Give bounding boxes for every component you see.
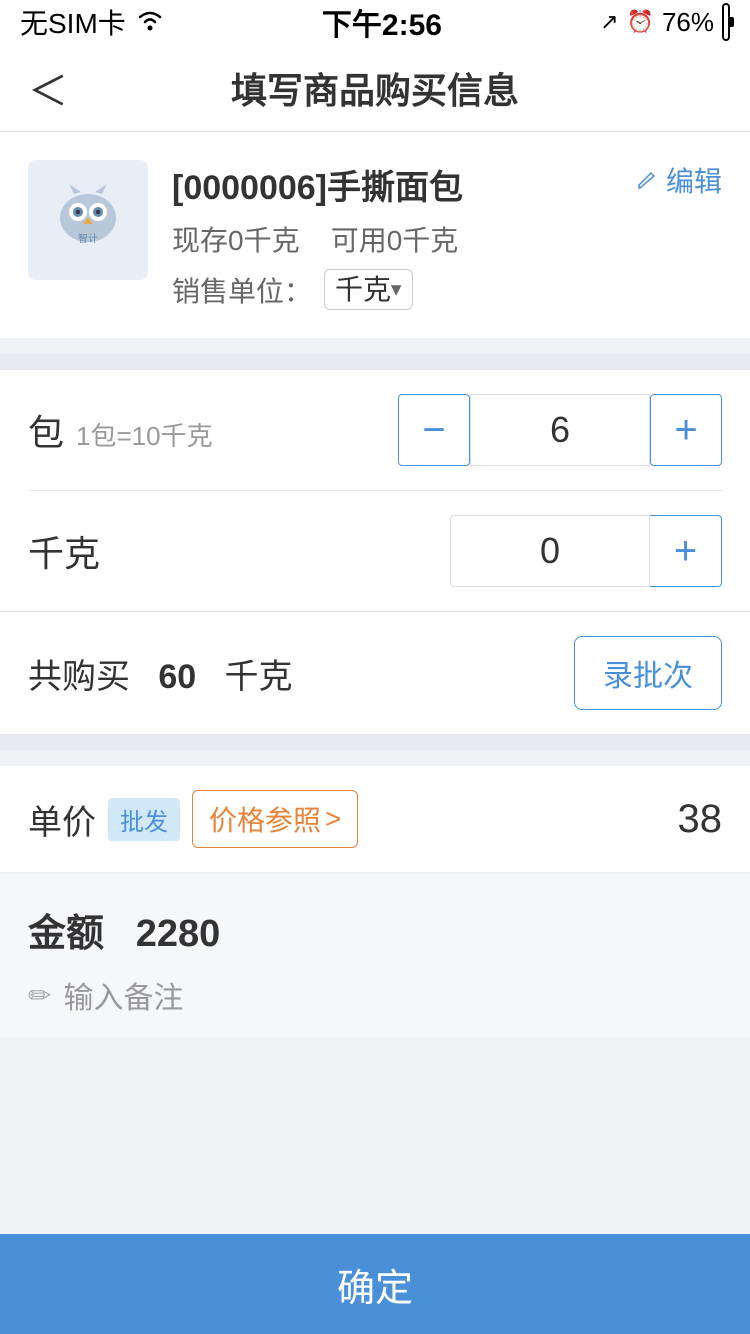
qty-unit-kg: 千克 [28, 525, 100, 577]
product-card: 智计 [0000006]手撕面包 编辑 现存0千克 可用0千克 销售单位： 千克 [0, 132, 750, 338]
unit-label: 销售单位： [172, 270, 312, 310]
remark-row[interactable]: ✏ 输入备注 [28, 973, 722, 1017]
page-title: 填写商品购买信息 [231, 62, 519, 114]
edit-label: 编辑 [666, 160, 722, 200]
nav-bar: ＜ 填写商品购买信息 [0, 44, 750, 132]
product-unit-row: 销售单位： 千克 克 包 [172, 269, 722, 310]
price-value: 38 [678, 797, 723, 842]
total-purchase-section: 共购买 60 千克 录批次 [0, 611, 750, 734]
product-full-name: [0000006]手撕面包 [172, 160, 463, 209]
amount-value: 2280 [136, 913, 221, 955]
increment-pack-button[interactable]: + [650, 394, 722, 466]
stock-text: 现存0千克 [172, 225, 300, 256]
product-info: [0000006]手撕面包 编辑 现存0千克 可用0千克 销售单位： 千克 克 … [172, 160, 722, 310]
record-batch-button[interactable]: 录批次 [574, 636, 722, 710]
status-right: ↗ ⏰ 76% [600, 7, 730, 38]
qty-conversion-pack: 1包=10千克 [76, 416, 213, 453]
unit-select-wrap[interactable]: 千克 克 包 [324, 269, 413, 310]
status-bar: 无SIM卡 下午2:56 ↗ ⏰ 76% [0, 0, 750, 44]
location-icon: ↗ [600, 9, 618, 35]
qty-label-pack: 包 1包=10千克 [28, 404, 213, 456]
unit-select[interactable]: 千克 克 包 [324, 269, 413, 310]
amount-section: 金额 2280 ✏ 输入备注 [0, 874, 750, 1037]
wifi-icon [136, 6, 164, 38]
price-ref-label: 价格参照 [209, 799, 321, 839]
price-ref-button[interactable]: 价格参照 > [192, 790, 358, 848]
batch-badge: 批发 [108, 798, 180, 841]
product-image-placeholder: 智计 [52, 184, 124, 256]
product-thumbnail: 智计 [28, 160, 148, 280]
total-purchase-text: 共购买 60 千克 [28, 649, 293, 698]
price-left: 单价 批发 价格参照 > [28, 790, 358, 848]
back-button[interactable]: ＜ [28, 59, 68, 117]
confirm-button-label: 确定 [337, 1257, 413, 1312]
qty-controls-pack: − + [398, 394, 722, 466]
total-space2 [206, 658, 215, 696]
price-label: 单价 [28, 795, 96, 844]
stock-space [307, 225, 323, 256]
price-section: 单价 批发 价格参照 > 38 [0, 766, 750, 872]
carrier-text: 无SIM卡 [20, 2, 126, 42]
total-unit: 千克 [225, 658, 293, 696]
status-time: 下午2:56 [322, 0, 442, 44]
pencil-icon: ✏ [28, 979, 51, 1012]
qty-row-kg: 千克 + [28, 491, 722, 611]
amount-row: 金额 2280 [28, 902, 722, 957]
section-divider-2 [0, 734, 750, 750]
edit-button[interactable]: 编辑 [636, 160, 722, 200]
confirm-button-wrap[interactable]: 确定 [0, 1234, 750, 1334]
price-ref-arrow: > [325, 803, 341, 835]
amount-label: 金额 [28, 913, 104, 955]
total-amount: 60 [158, 658, 196, 696]
remark-placeholder: 输入备注 [63, 973, 183, 1017]
price-row: 单价 批发 价格参照 > 38 [28, 790, 722, 848]
product-stock: 现存0千克 可用0千克 [172, 219, 722, 259]
qty-controls-kg: + [450, 515, 722, 587]
product-name-row: [0000006]手撕面包 编辑 [172, 160, 722, 209]
qty-row-pack: 包 1包=10千克 − + [28, 370, 722, 491]
status-left: 无SIM卡 [20, 2, 164, 42]
qty-input-pack[interactable] [470, 394, 650, 466]
section-divider-1 [0, 354, 750, 370]
qty-unit-pack: 包 [28, 404, 64, 456]
qty-section: 包 1包=10千克 − + 千克 + [0, 370, 750, 611]
available-text: 可用0千克 [331, 225, 459, 256]
amount-space [115, 913, 126, 955]
svg-text:智计: 智计 [78, 232, 98, 244]
qty-input-kg[interactable] [450, 515, 650, 587]
total-prefix: 共购买 [28, 658, 130, 696]
battery-icon [722, 7, 730, 38]
increment-kg-button[interactable]: + [650, 515, 722, 587]
total-space [139, 658, 148, 696]
alarm-icon: ⏰ [627, 9, 654, 35]
decrement-pack-button[interactable]: − [398, 394, 470, 466]
qty-label-kg: 千克 [28, 525, 100, 577]
battery-percent: 76% [662, 7, 714, 38]
